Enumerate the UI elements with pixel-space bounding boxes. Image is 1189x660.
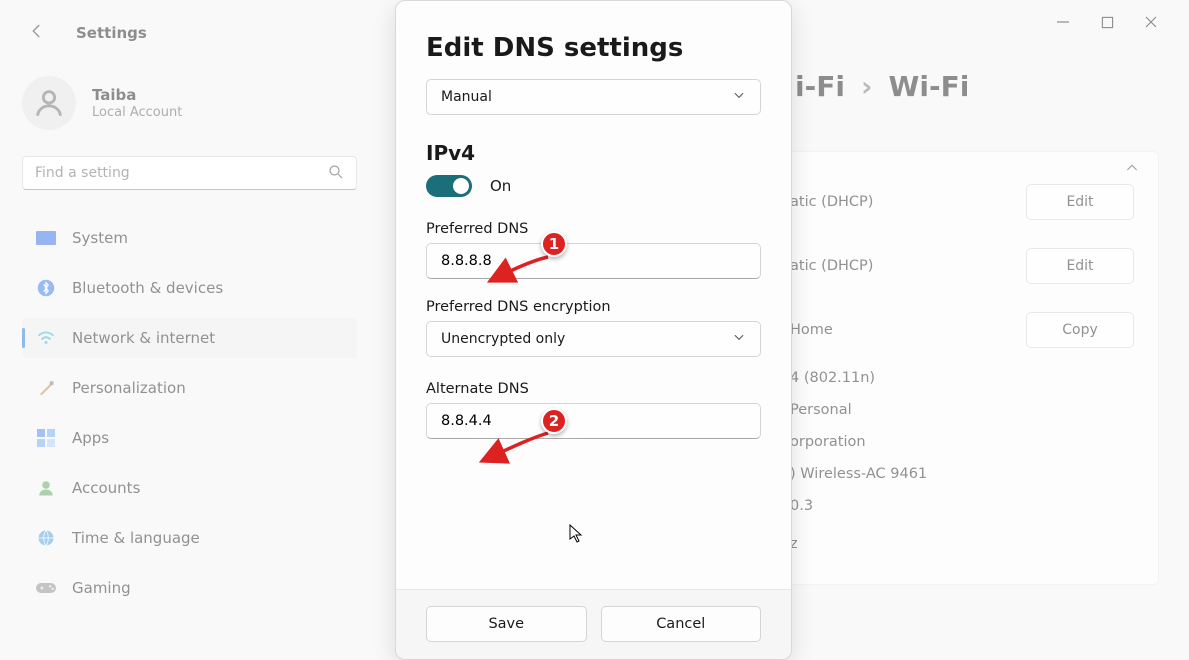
callout-1: 1 <box>541 231 567 257</box>
save-button[interactable]: Save <box>426 606 587 642</box>
dns-mode-select[interactable]: Manual <box>426 79 761 115</box>
edit-dns-dialog: Edit DNS settings Manual IPv4 On Preferr… <box>395 0 792 660</box>
preferred-encryption-select[interactable]: Unencrypted only <box>426 321 761 357</box>
ipv4-toggle[interactable] <box>426 175 472 197</box>
dns-mode-value: Manual <box>441 89 492 105</box>
preferred-encryption-label: Preferred DNS encryption <box>426 299 761 315</box>
callout-2: 2 <box>541 408 567 434</box>
chevron-down-icon <box>732 330 746 348</box>
preferred-encryption-value: Unencrypted only <box>441 331 565 347</box>
preferred-dns-label: Preferred DNS <box>426 221 761 237</box>
ipv4-heading: IPv4 <box>426 141 761 165</box>
chevron-down-icon <box>732 88 746 106</box>
cancel-button[interactable]: Cancel <box>601 606 762 642</box>
dialog-title: Edit DNS settings <box>426 33 761 63</box>
alternate-dns-label: Alternate DNS <box>426 381 761 397</box>
mouse-cursor <box>569 524 583 548</box>
ipv4-toggle-label: On <box>490 177 511 195</box>
preferred-dns-input[interactable] <box>426 243 761 279</box>
arrow-icon <box>476 429 554 467</box>
arrow-icon <box>484 253 554 287</box>
